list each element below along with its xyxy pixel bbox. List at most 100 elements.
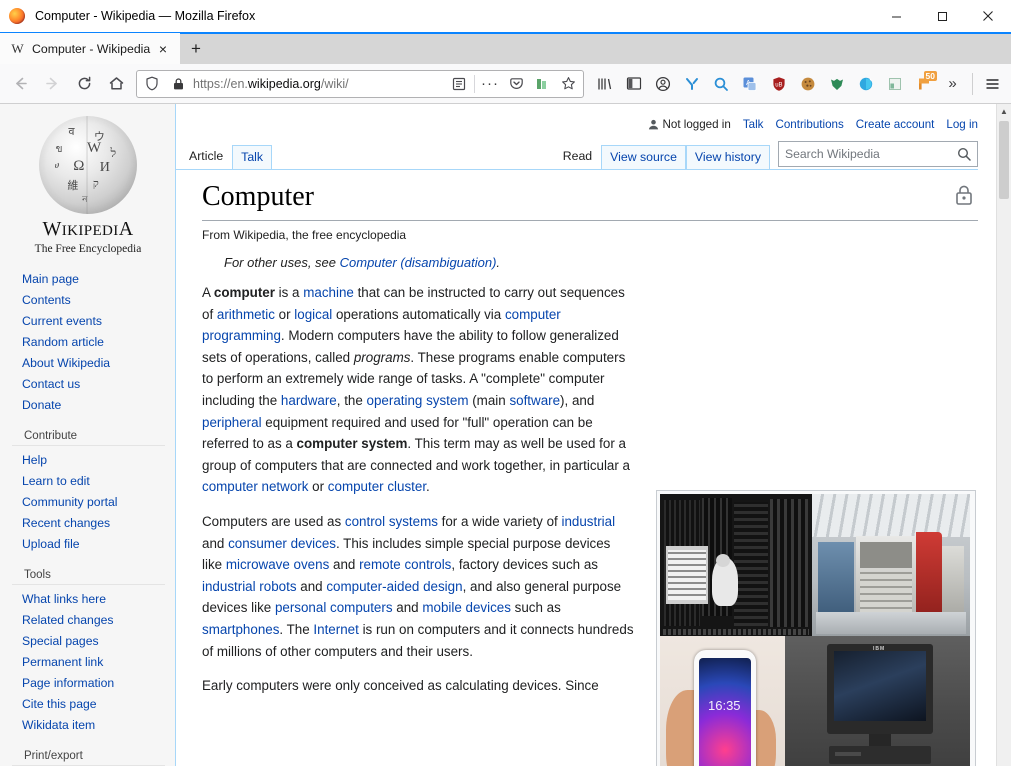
article-link[interactable]: consumer devices [228,536,336,551]
cookie-extension-icon[interactable] [793,69,822,98]
notes-extension-icon[interactable] [880,69,909,98]
sidebar-item-learn-to-edit[interactable]: Learn to edit [0,471,175,492]
translate-extension-icon[interactable]: A [735,69,764,98]
scrollbar-thumb[interactable] [999,121,1009,199]
sidebar-item-cite-this-page[interactable]: Cite this page [0,694,175,715]
eniac-photo[interactable] [660,494,812,636]
sidebar-item-help[interactable]: Help [0,450,175,471]
toolbar-divider [972,72,973,95]
article-paragraph-2: Computers are used as control systems fo… [202,513,634,659]
article-link[interactable]: software [509,393,560,408]
refresh-extension-icon[interactable] [851,69,880,98]
search-extension-icon[interactable] [706,69,735,98]
search-icon[interactable] [957,147,971,161]
article-link[interactable]: Internet [313,622,358,637]
tab-read[interactable]: Read [553,144,602,169]
account-icon[interactable] [648,69,677,98]
sidebar-item-contact-us[interactable]: Contact us [0,374,175,395]
scroll-up-arrow-icon[interactable]: ▲ [997,104,1011,119]
forward-button[interactable] [36,69,68,99]
maximize-button[interactable] [919,0,965,32]
ublock-extension-icon[interactable]: uB [764,69,793,98]
yandex-extension-icon[interactable] [677,69,706,98]
article-image-collage[interactable]: 16:35 IBM [656,490,976,766]
zotero-connector-icon[interactable] [529,71,555,97]
sidebar-item-community-portal[interactable]: Community portal [0,492,175,513]
sidebar-item-upload-file[interactable]: Upload file [0,534,175,555]
sidebar-item-special-pages[interactable]: Special pages [0,631,175,652]
library-icon[interactable] [590,69,619,98]
hatnote-prefix: For other uses, see [224,255,340,270]
article-link[interactable]: mobile devices [422,600,511,615]
semi-protected-padlock-icon[interactable] [954,184,974,211]
article-link[interactable]: operating system [367,393,469,408]
sidebar-item-contents[interactable]: Contents [0,290,175,311]
sidebar-item-current-events[interactable]: Current events [0,311,175,332]
search-input[interactable] [785,147,957,161]
page-actions-ellipsis-icon[interactable]: ··· [477,71,503,97]
browser-tab-computer-wikipedia[interactable]: W Computer - Wikipedia × [0,33,180,64]
sidebar-item-page-information[interactable]: Page information [0,673,175,694]
tab-talk[interactable]: Talk [232,145,273,169]
sidebar-item-permanent-link[interactable]: Permanent link [0,652,175,673]
article-link[interactable]: industrial robots [202,579,297,594]
hatnote-link[interactable]: Computer (disambiguation) [340,255,497,270]
tab-view-history[interactable]: View history [685,145,770,169]
smartphone-photo[interactable]: 16:35 [660,636,785,766]
tab-article[interactable]: Article [180,144,233,169]
bookmark-star-icon[interactable] [555,71,581,97]
home-button[interactable] [100,69,132,99]
article-link[interactable]: computer-aided design [326,579,462,594]
personal-link-log-in[interactable]: Log in [946,118,978,131]
article-link[interactable]: microwave ovens [226,557,329,572]
article-link[interactable]: remote controls [359,557,451,572]
tracking-protection-shield-icon[interactable] [139,71,165,97]
url-text[interactable]: https://en.wikipedia.org/wiki/ [191,77,446,91]
sidebar-icon[interactable] [619,69,648,98]
tab-view-source[interactable]: View source [601,145,686,169]
sidebar-item-recent-changes[interactable]: Recent changes [0,513,175,534]
wikipedia-tagline: The Free Encyclopedia [34,243,142,255]
back-button[interactable] [4,69,36,99]
overflow-chevron-icon[interactable]: » [938,69,967,98]
reload-button[interactable] [68,69,100,99]
mainframe-photo[interactable] [812,494,970,636]
sidebar-item-what-links-here[interactable]: What links here [0,589,175,610]
wikipedia-search-box[interactable] [778,141,978,167]
downloads-extension-icon[interactable]: 50 [909,69,938,98]
article-link[interactable]: smartphones [202,622,279,637]
article-link[interactable]: arithmetic [217,307,275,322]
minimize-button[interactable] [873,0,919,32]
article-link[interactable]: computer cluster [328,479,426,494]
article-link[interactable]: hardware [281,393,337,408]
padlock-secure-icon[interactable] [165,71,191,97]
article-link[interactable]: peripheral [202,415,262,430]
reader-view-icon[interactable] [446,71,472,97]
article-link[interactable]: computer network [202,479,308,494]
url-bar[interactable]: https://en.wikipedia.org/wiki/ ··· [136,69,584,98]
personal-link-create-account[interactable]: Create account [856,118,935,131]
new-tab-button[interactable]: + [180,34,212,64]
foxyproxy-extension-icon[interactable] [822,69,851,98]
sidebar-item-random-article[interactable]: Random article [0,332,175,353]
article-link[interactable]: machine [303,285,354,300]
desktop-pc-photo[interactable]: IBM [785,636,970,766]
article-link[interactable]: personal computers [275,600,393,615]
close-tab-icon[interactable]: × [152,38,174,60]
wikipedia-logo[interactable]: व ウ ข W ל ሀ Ω И 維 ק ন WIKIPEDIA The Free… [0,110,176,263]
wikipedia-favicon-icon: W [11,40,24,56]
hamburger-menu-icon[interactable] [978,69,1007,98]
sidebar-item-related-changes[interactable]: Related changes [0,610,175,631]
sidebar-item-about-wikipedia[interactable]: About Wikipedia [0,353,175,374]
sidebar-item-donate[interactable]: Donate [0,395,175,416]
article-link[interactable]: logical [294,307,332,322]
close-button[interactable] [965,0,1011,32]
article-link[interactable]: industrial [561,514,615,529]
sidebar-item-wikidata-item[interactable]: Wikidata item [0,715,175,736]
personal-link-contributions[interactable]: Contributions [775,118,843,131]
page-scrollbar[interactable]: ▲ [996,104,1011,766]
article-link[interactable]: control systems [345,514,438,529]
personal-link-talk[interactable]: Talk [743,118,764,131]
pocket-icon[interactable] [503,71,529,97]
sidebar-item-main-page[interactable]: Main page [0,269,175,290]
